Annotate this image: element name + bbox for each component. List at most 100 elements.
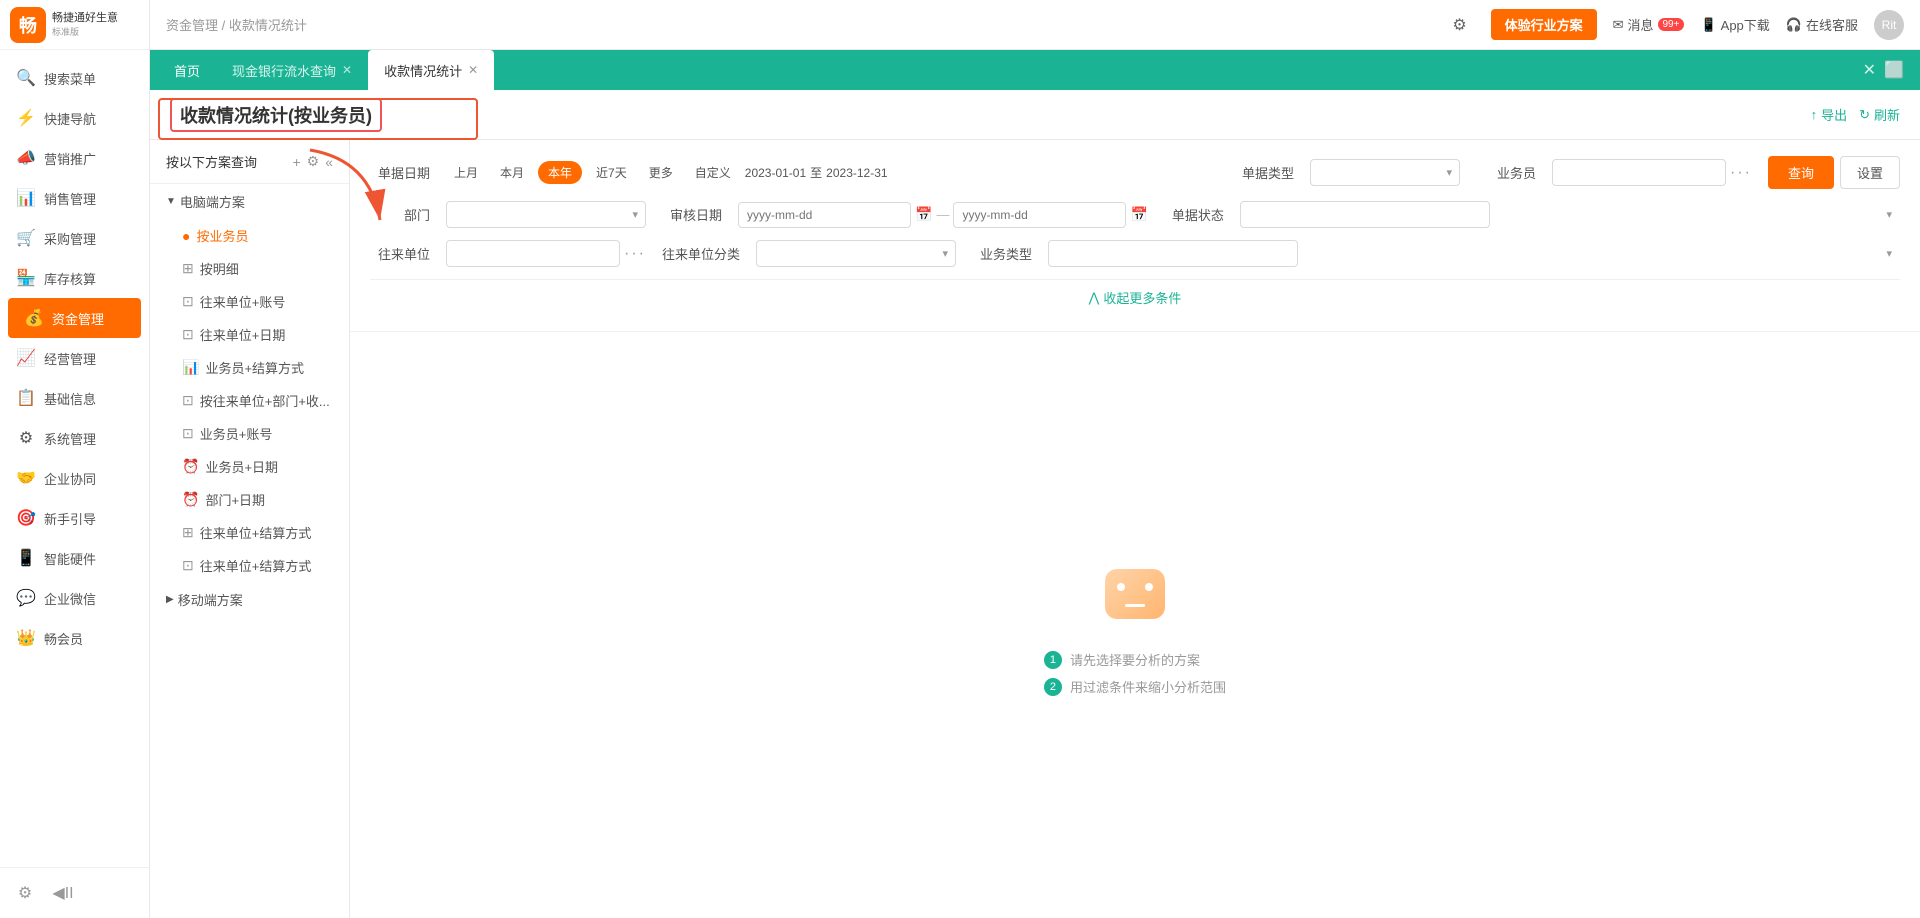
scheme-item-label: 业务员+账号 [200,424,273,443]
scheme-dept-date[interactable]: ⏰ 部门+日期 [150,483,349,516]
this-year-btn[interactable]: 本年 [538,161,582,184]
guide-icon: 🎯 [16,508,36,528]
sidebar-item-enterprise[interactable]: 🤝 企业协同 [0,458,149,498]
scheme-salesman-date[interactable]: ⏰ 业务员+日期 [150,450,349,483]
sidebar-item-sales[interactable]: 📊 销售管理 [0,178,149,218]
salesman-more-button[interactable]: ··· [1730,164,1752,182]
tab-home[interactable]: 首页 [158,50,216,90]
counterparty-cat-select[interactable] [756,240,956,267]
dept-select[interactable] [446,201,646,228]
review-to-input[interactable] [953,202,1126,228]
add-scheme-button[interactable]: + [292,154,300,170]
biz-type-select[interactable] [1048,240,1298,267]
right-panel: 单据日期 上月 本月 本年 近7天 更多 自定义 2023-01-01 至 [350,140,1920,918]
collapse-panel-button[interactable]: « [325,154,333,170]
set-button[interactable]: 设置 [1840,156,1900,189]
tab-collection[interactable]: 收款情况统计 ✕ [368,50,494,90]
inventory-icon: 🏪 [16,268,36,288]
robot-body [1105,569,1165,619]
sidebar-item-purchase[interactable]: 🛒 采购管理 [0,218,149,258]
message-label: 消息 [1627,15,1653,34]
custom-date-btn[interactable]: 自定义 [687,161,739,184]
user-avatar[interactable]: Rit [1874,10,1904,40]
app-label: App下载 [1721,15,1770,34]
review-from-input[interactable] [738,202,911,228]
breadcrumb: 资金管理 / 收款情况统计 [166,15,1429,34]
close-window-button[interactable]: ✕ [1863,60,1876,80]
sidebar-item-search[interactable]: 🔍 搜索菜单 [0,58,149,98]
scheme-salesman-account[interactable]: ⊡ 业务员+账号 [150,417,349,450]
tab-bank-close[interactable]: ✕ [342,63,352,77]
scheme-item-label: 往来单位+结算方式 [200,523,312,542]
biz-type-wrapper [1048,240,1900,267]
sidebar-item-wechat[interactable]: 💬 企业微信 [0,578,149,618]
empty-step-1: 1 请先选择要分析的方案 [1044,650,1226,669]
status-select[interactable] [1240,201,1490,228]
tab-bank[interactable]: 现金银行流水查询 ✕ [216,50,368,90]
scheme-by-detail[interactable]: ⊞ 按明细 [150,252,349,285]
this-month-btn[interactable]: 本月 [492,161,532,184]
export-label: 导出 [1821,105,1847,124]
trial-button[interactable]: 体验行业方案 [1491,9,1597,40]
member-icon: 👑 [16,628,36,648]
main-content: 资金管理 / 收款情况统计 ⚙ 体验行业方案 ✉ 消息 99+ 📱 App下载 … [150,0,1920,918]
salesman-input[interactable] [1552,159,1726,186]
type-select[interactable] [1310,159,1460,186]
scheme-counterparty-account[interactable]: ⊡ 往来单位+账号 [150,285,349,318]
scheme-by-salesman[interactable]: ● 按业务员 [150,219,349,252]
sidebar-item-operations[interactable]: 📈 经营管理 [0,338,149,378]
sidebar-item-label: 企业微信 [44,589,96,608]
sidebar-item-label: 采购管理 [44,229,96,248]
biz-type-label: 业务类型 [972,244,1032,263]
scheme-settings-button[interactable]: ⚙ [307,153,320,170]
sidebar-item-marketing[interactable]: 📣 营销推广 [0,138,149,178]
type-select-wrapper [1310,159,1460,186]
maximize-window-button[interactable]: ⬜ [1884,60,1904,80]
sidebar-item-finance[interactable]: 💰 资金管理 [8,298,141,338]
export-button[interactable]: ↑ 导出 [1811,105,1848,124]
calendar-to-icon[interactable]: 📅 [1130,206,1147,223]
filter-row-1: 单据日期 上月 本月 本年 近7天 更多 自定义 2023-01-01 至 [370,156,1900,189]
scheme-counterparty-date[interactable]: ⊡ 往来单位+日期 [150,318,349,351]
sidebar-item-inventory[interactable]: 🏪 库存核算 [0,258,149,298]
sidebar-item-guide[interactable]: 🎯 新手引导 [0,498,149,538]
last-month-btn[interactable]: 上月 [446,161,486,184]
enterprise-icon: 🤝 [16,468,36,488]
scheme-item-label: 按往来单位+部门+收... [200,391,330,410]
query-button[interactable]: 查询 [1768,156,1834,189]
app-download-button[interactable]: 📱 App下载 [1700,15,1769,34]
scheme-counterparty-settlement1[interactable]: ⊞ 往来单位+结算方式 [150,516,349,549]
refresh-button[interactable]: ↻ 刷新 [1859,105,1900,124]
service-icon: 🎧 [1786,17,1802,33]
sidebar-item-system[interactable]: ⚙ 系统管理 [0,418,149,458]
counterparty-input[interactable] [446,240,620,267]
desktop-group-label: 电脑端方案 [180,192,245,211]
sidebar-item-basicinfo[interactable]: 📋 基础信息 [0,378,149,418]
date-dash: — [936,207,949,222]
scheme-counterparty-settlement2[interactable]: ⊡ 往来单位+结算方式 [150,549,349,582]
tab-collection-close[interactable]: ✕ [468,63,478,77]
sidebar-item-quicknav[interactable]: ⚡ 快捷导航 [0,98,149,138]
desktop-group-header[interactable]: ▼ 电脑端方案 [150,184,349,219]
collapse-button[interactable]: ◀II [48,878,78,908]
sidebar-item-hardware[interactable]: 📱 智能硬件 [0,538,149,578]
scheme-item-label: 部门+日期 [205,490,265,509]
online-service-button[interactable]: 🎧 在线客服 [1786,15,1858,34]
collapse-more-button[interactable]: ⋀ 收起更多条件 [370,279,1900,315]
more-dates-btn[interactable]: 更多 [641,161,681,184]
cd-scheme-icon: ⊡ [182,326,194,343]
collapse-icon: ⋀ [1089,290,1100,306]
scheme-counterparty-dept[interactable]: ⊡ 按往来单位+部门+收... [150,384,349,417]
mobile-group-header[interactable]: ▶ 移动端方案 [150,582,349,617]
settings-gear-button[interactable]: ⚙ [1445,10,1475,40]
date-separator: 至 [810,164,822,181]
sidebar-item-member[interactable]: 👑 畅会员 [0,618,149,658]
counterparty-more-button[interactable]: ··· [624,245,646,263]
settings-button[interactable]: ⚙ [10,878,40,908]
message-button[interactable]: ✉ 消息 99+ [1613,15,1685,34]
salesman-scheme-icon: ● [182,228,190,244]
calendar-from-icon[interactable]: 📅 [915,206,932,223]
scheme-salesman-settlement[interactable]: 📊 业务员+结算方式 [150,351,349,384]
last-7days-btn[interactable]: 近7天 [588,161,635,184]
sd-scheme-icon: ⏰ [182,458,199,475]
